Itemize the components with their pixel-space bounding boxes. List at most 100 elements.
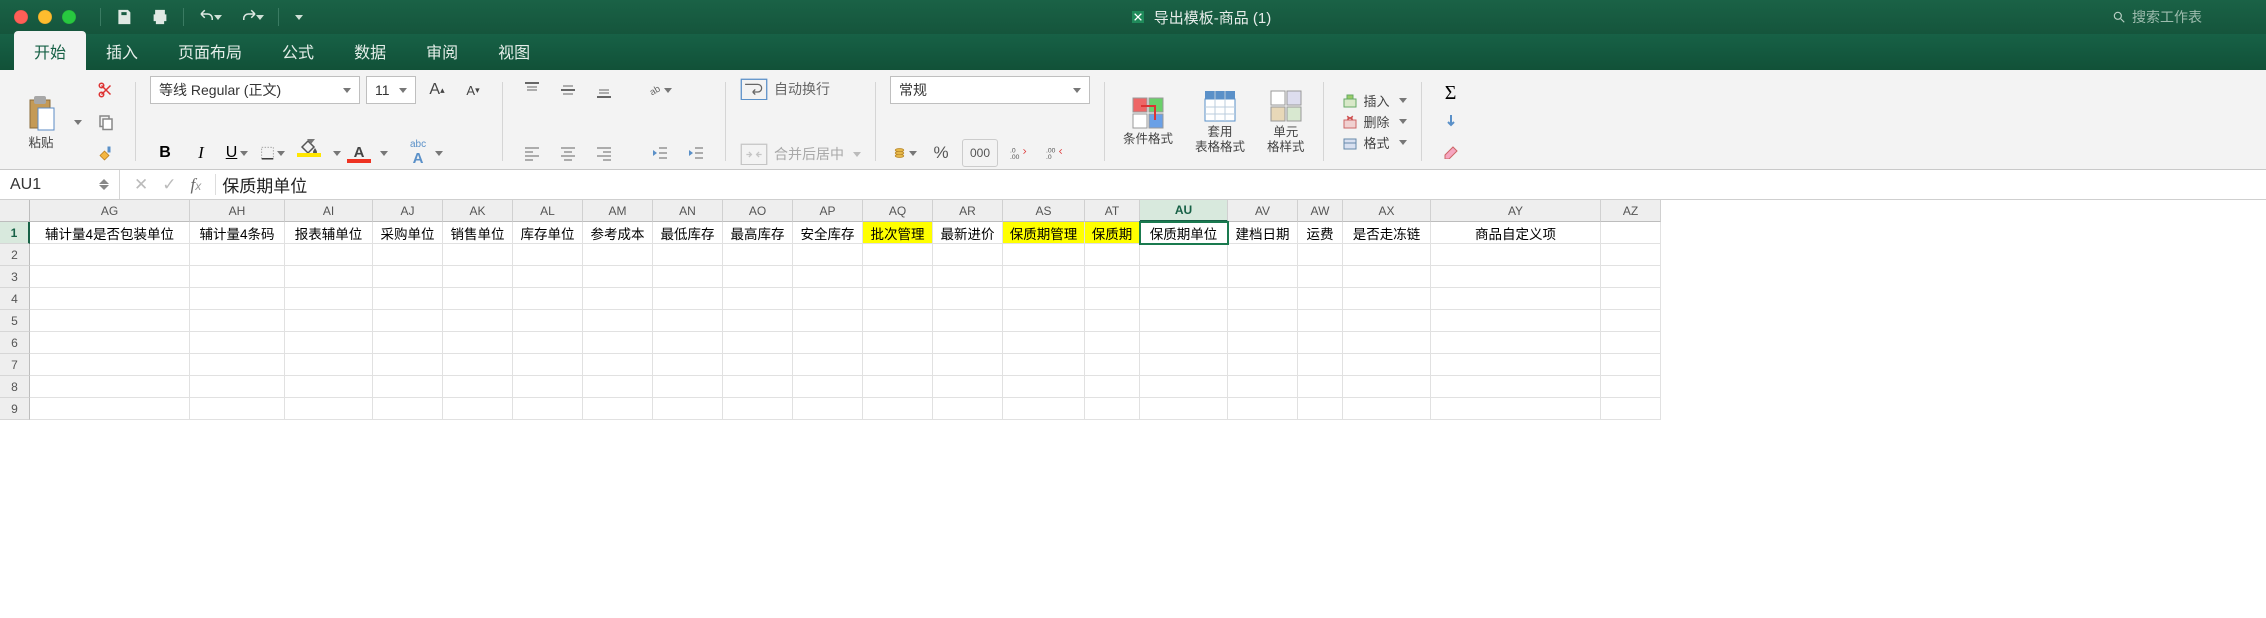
cell-AJ6[interactable]: [373, 332, 443, 354]
cell-AP9[interactable]: [793, 398, 863, 420]
row-header-7[interactable]: 7: [0, 354, 30, 376]
cell-AO3[interactable]: [723, 266, 793, 288]
align-bottom-icon[interactable]: [589, 76, 619, 104]
cell-AL7[interactable]: [513, 354, 583, 376]
cell-AP8[interactable]: [793, 376, 863, 398]
cell-AX2[interactable]: [1343, 244, 1431, 266]
cell-AU5[interactable]: [1140, 310, 1228, 332]
cell-AX7[interactable]: [1343, 354, 1431, 376]
cell-AU1[interactable]: 保质期单位: [1140, 222, 1228, 244]
cell-AS4[interactable]: [1003, 288, 1085, 310]
align-right-icon[interactable]: [589, 139, 619, 167]
close-window[interactable]: [14, 10, 28, 24]
tab-view[interactable]: 视图: [478, 31, 550, 70]
cell-AV3[interactable]: [1228, 266, 1298, 288]
orientation-icon[interactable]: ab: [645, 76, 675, 104]
percent-icon[interactable]: %: [926, 139, 956, 167]
cell-AP7[interactable]: [793, 354, 863, 376]
bold-icon[interactable]: B: [150, 139, 180, 167]
cell-AV9[interactable]: [1228, 398, 1298, 420]
cell-AT2[interactable]: [1085, 244, 1140, 266]
formula-input[interactable]: 保质期单位: [216, 172, 2266, 197]
col-header-AM[interactable]: AM: [583, 200, 653, 222]
cell-AN1[interactable]: 最低库存: [653, 222, 723, 244]
cell-AR5[interactable]: [933, 310, 1003, 332]
fill-color-dropdown[interactable]: [333, 151, 341, 156]
cell-AO5[interactable]: [723, 310, 793, 332]
align-left-icon[interactable]: [517, 139, 547, 167]
cell-AR4[interactable]: [933, 288, 1003, 310]
cell-AT6[interactable]: [1085, 332, 1140, 354]
cut-icon[interactable]: [91, 76, 121, 104]
cell-AH7[interactable]: [190, 354, 285, 376]
cell-AK3[interactable]: [443, 266, 513, 288]
cell-AU8[interactable]: [1140, 376, 1228, 398]
cell-AZ5[interactable]: [1601, 310, 1661, 332]
cell-AG3[interactable]: [30, 266, 190, 288]
align-top-icon[interactable]: [517, 76, 547, 104]
decrease-decimal-icon[interactable]: .00.0: [1040, 139, 1070, 167]
decrease-indent-icon[interactable]: [645, 139, 675, 167]
cell-AW4[interactable]: [1298, 288, 1343, 310]
name-box-spinner[interactable]: [99, 179, 109, 190]
cell-AI1[interactable]: 报表辅单位: [285, 222, 373, 244]
cell-AY3[interactable]: [1431, 266, 1601, 288]
cell-AJ3[interactable]: [373, 266, 443, 288]
col-header-AR[interactable]: AR: [933, 200, 1003, 222]
cell-AL9[interactable]: [513, 398, 583, 420]
cell-AO1[interactable]: 最高库存: [723, 222, 793, 244]
cell-AV6[interactable]: [1228, 332, 1298, 354]
cell-AR9[interactable]: [933, 398, 1003, 420]
cell-AG1[interactable]: 辅计量4是否包装单位: [30, 222, 190, 244]
cell-AJ1[interactable]: 采购单位: [373, 222, 443, 244]
tab-layout[interactable]: 页面布局: [158, 31, 262, 70]
col-header-AQ[interactable]: AQ: [863, 200, 933, 222]
qat-customize[interactable]: [295, 15, 303, 20]
col-header-AK[interactable]: AK: [443, 200, 513, 222]
cell-AY9[interactable]: [1431, 398, 1601, 420]
cell-AG9[interactable]: [30, 398, 190, 420]
cell-AL5[interactable]: [513, 310, 583, 332]
col-header-AL[interactable]: AL: [513, 200, 583, 222]
font-color-dropdown[interactable]: [380, 151, 388, 156]
cell-AT8[interactable]: [1085, 376, 1140, 398]
cell-AS5[interactable]: [1003, 310, 1085, 332]
cell-AM6[interactable]: [583, 332, 653, 354]
cell-AY1[interactable]: 商品自定义项: [1431, 222, 1601, 244]
tab-insert[interactable]: 插入: [86, 31, 158, 70]
cell-AY6[interactable]: [1431, 332, 1601, 354]
cell-AQ3[interactable]: [863, 266, 933, 288]
search-box[interactable]: [2098, 9, 2266, 25]
font-size-combo[interactable]: 11: [366, 76, 416, 104]
cell-AL1[interactable]: 库存单位: [513, 222, 583, 244]
col-header-AV[interactable]: AV: [1228, 200, 1298, 222]
accounting-icon[interactable]: [890, 139, 920, 167]
wrap-text-icon[interactable]: [740, 76, 768, 102]
cell-AO2[interactable]: [723, 244, 793, 266]
cell-AT1[interactable]: 保质期: [1085, 222, 1140, 244]
cell-AZ3[interactable]: [1601, 266, 1661, 288]
cell-AK2[interactable]: [443, 244, 513, 266]
row-header-4[interactable]: 4: [0, 288, 30, 310]
cell-AQ8[interactable]: [863, 376, 933, 398]
align-center-icon[interactable]: [553, 139, 583, 167]
cell-AR3[interactable]: [933, 266, 1003, 288]
row-header-1[interactable]: 1: [0, 222, 30, 244]
italic-icon[interactable]: I: [186, 139, 216, 167]
cell-AJ5[interactable]: [373, 310, 443, 332]
col-header-AO[interactable]: AO: [723, 200, 793, 222]
cell-AX8[interactable]: [1343, 376, 1431, 398]
col-header-AI[interactable]: AI: [285, 200, 373, 222]
cell-AZ4[interactable]: [1601, 288, 1661, 310]
cell-AH4[interactable]: [190, 288, 285, 310]
cell-AK6[interactable]: [443, 332, 513, 354]
cell-AU6[interactable]: [1140, 332, 1228, 354]
cell-AM3[interactable]: [583, 266, 653, 288]
cell-AK4[interactable]: [443, 288, 513, 310]
row-header-9[interactable]: 9: [0, 398, 30, 420]
wrap-text-label[interactable]: 自动换行: [774, 79, 830, 99]
cell-AP6[interactable]: [793, 332, 863, 354]
cell-AS8[interactable]: [1003, 376, 1085, 398]
save-icon[interactable]: [111, 4, 137, 30]
cell-AR2[interactable]: [933, 244, 1003, 266]
